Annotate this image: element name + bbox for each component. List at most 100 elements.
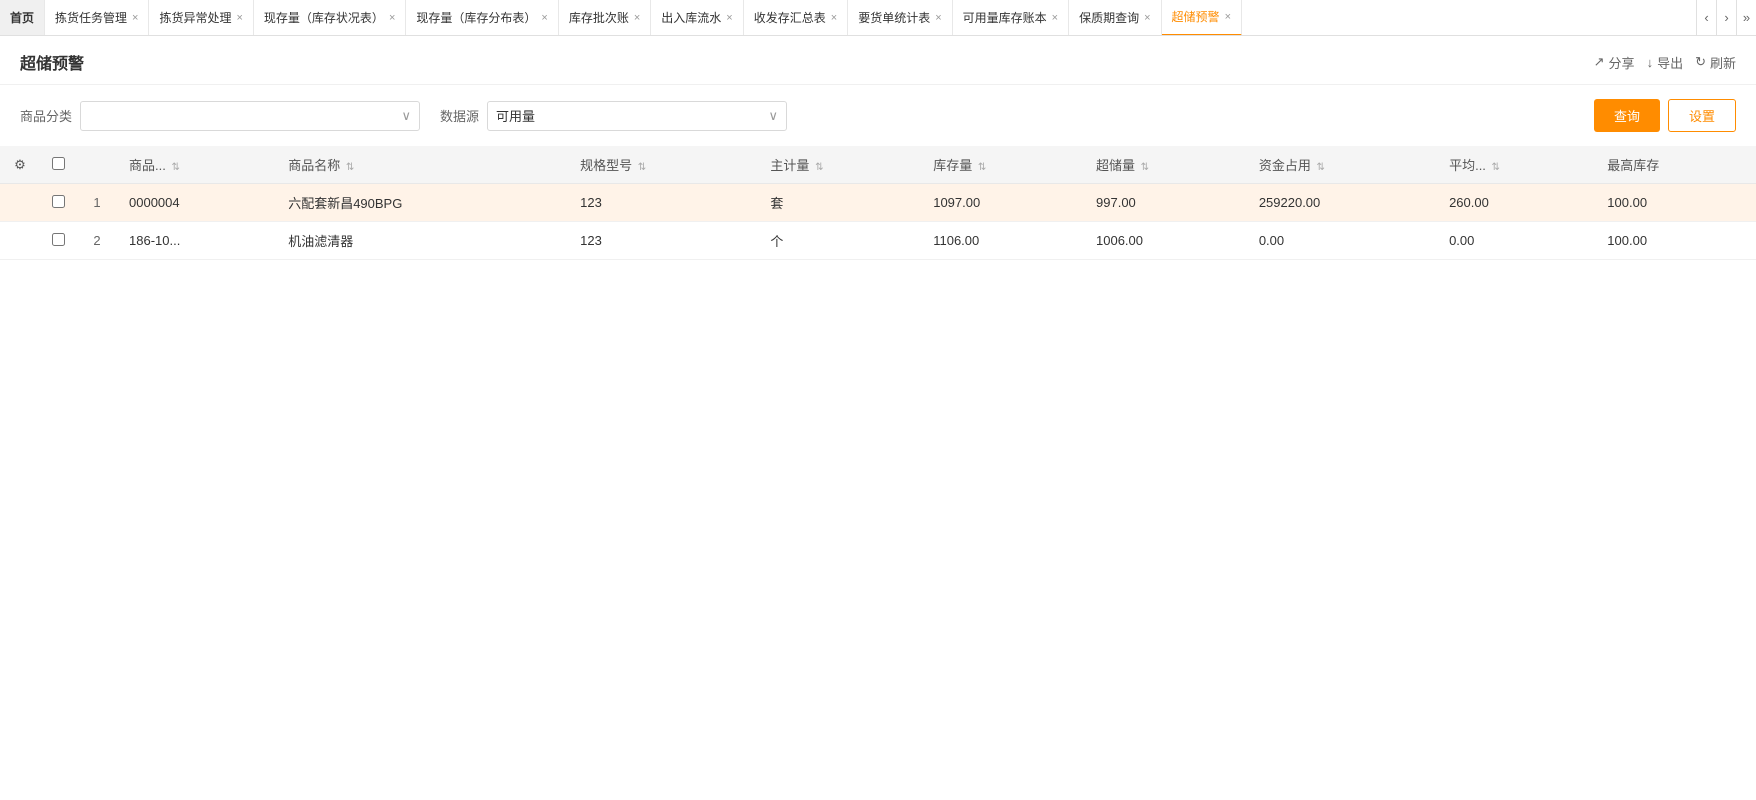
table-body: 1 0000004 六配套新昌490BPG 123 套 1097.00 997.…: [0, 184, 1756, 260]
close-order-stat[interactable]: ×: [935, 12, 941, 24]
row-capital-occupy-1: 0.00: [1247, 222, 1437, 260]
nav-arrow-right[interactable]: ›: [1716, 0, 1736, 36]
refresh-button[interactable]: ↻ 刷新: [1695, 53, 1736, 72]
row-product-code-0: 0000004: [117, 184, 276, 222]
gear-icon: ⚙: [14, 157, 26, 172]
nav-tab-stock-flow[interactable]: 出入库流水 ×: [651, 0, 743, 36]
nav-arrow-more[interactable]: »: [1736, 0, 1756, 36]
nav-tab-stock-batch[interactable]: 库存批次账 ×: [559, 0, 651, 36]
row-product-code-1: 186-10...: [117, 222, 276, 260]
datasource-value: 可用量: [496, 106, 535, 125]
category-select[interactable]: ∨: [80, 101, 420, 131]
close-available-stock[interactable]: ×: [1052, 12, 1058, 24]
table-row: 1 0000004 六配套新昌490BPG 123 套 1097.00 997.…: [0, 184, 1756, 222]
nav-tab-order-stat[interactable]: 要货单统计表 ×: [848, 0, 952, 36]
nav-tab-expiry-check[interactable]: 保质期查询 ×: [1069, 0, 1161, 36]
close-expiry-check[interactable]: ×: [1144, 12, 1150, 24]
data-table: ⚙ 商品... ⇅ 商品名称 ⇅ 规格型号: [0, 146, 1756, 260]
col-settings[interactable]: ⚙: [0, 146, 40, 184]
sort-icon-stock-qty: ⇅: [978, 162, 986, 173]
col-product-name[interactable]: 商品名称 ⇅: [276, 146, 568, 184]
filter-datasource: 数据源 可用量 ∨: [440, 101, 787, 131]
sort-icon-spec: ⇅: [638, 162, 646, 173]
sort-icon-over-qty: ⇅: [1141, 162, 1149, 173]
row-max-stock-1: 100.00: [1595, 222, 1756, 260]
col-stock-qty[interactable]: 库存量 ⇅: [921, 146, 1084, 184]
row-settings-0: [0, 184, 40, 222]
nav-tab-exception-handle[interactable]: 拣货异常处理 ×: [149, 0, 253, 36]
close-task-mgmt[interactable]: ×: [132, 12, 138, 24]
chevron-down-icon: ∨: [402, 108, 412, 124]
datasource-label: 数据源: [440, 106, 479, 125]
query-button[interactable]: 查询: [1594, 99, 1660, 132]
row-spec-0: 123: [568, 184, 758, 222]
col-max-stock[interactable]: 最高库存: [1595, 146, 1756, 184]
sort-icon-capital-occupy: ⇅: [1316, 162, 1324, 173]
sort-icon-product-name: ⇅: [346, 162, 354, 173]
row-index-1: 2: [77, 222, 117, 260]
col-index: [77, 146, 117, 184]
nav-tab-stock-status[interactable]: 现存量（库存状况表） ×: [254, 0, 406, 36]
export-button[interactable]: ↓ 导出: [1647, 53, 1684, 72]
nav-arrow-left[interactable]: ‹: [1696, 0, 1716, 36]
nav-tab-overstock-warning[interactable]: 超储预警 ×: [1162, 0, 1242, 36]
share-icon: ↗: [1594, 54, 1605, 70]
row-checkbox-1[interactable]: [52, 233, 65, 246]
col-avg[interactable]: 平均... ⇅: [1437, 146, 1595, 184]
table-header-row: ⚙ 商品... ⇅ 商品名称 ⇅ 规格型号: [0, 146, 1756, 184]
close-overstock-warning[interactable]: ×: [1225, 11, 1231, 23]
row-stock-qty-1: 1106.00: [921, 222, 1084, 260]
header-actions: ↗ 分享 ↓ 导出 ↻ 刷新: [1594, 53, 1736, 72]
select-all-checkbox[interactable]: [52, 157, 65, 170]
row-avg-1: 0.00: [1437, 222, 1595, 260]
table-wrap: ⚙ 商品... ⇅ 商品名称 ⇅ 规格型号: [0, 146, 1756, 260]
datasource-select[interactable]: 可用量 ∨: [487, 101, 787, 131]
close-stock-flow[interactable]: ×: [726, 12, 732, 24]
row-avg-0: 260.00: [1437, 184, 1595, 222]
col-unit[interactable]: 主计量 ⇅: [758, 146, 921, 184]
nav-tab-home[interactable]: 首页: [0, 0, 45, 36]
nav-tab-collect-summary[interactable]: 收发存汇总表 ×: [744, 0, 848, 36]
export-icon: ↓: [1647, 55, 1654, 70]
filter-category: 商品分类 ∨: [20, 101, 420, 131]
row-checkbox-cell-1[interactable]: [40, 222, 77, 260]
page-header: 超储预警 ↗ 分享 ↓ 导出 ↻ 刷新: [0, 36, 1756, 85]
row-max-stock-0: 100.00: [1595, 184, 1756, 222]
row-checkbox-cell-0[interactable]: [40, 184, 77, 222]
row-index-0: 1: [77, 184, 117, 222]
share-button[interactable]: ↗ 分享: [1594, 53, 1635, 72]
page-content: 超储预警 ↗ 分享 ↓ 导出 ↻ 刷新 商品分类 ∨ 数据源: [0, 36, 1756, 800]
nav-arrow-group: ‹ › »: [1696, 0, 1756, 36]
col-over-qty[interactable]: 超储量 ⇅: [1084, 146, 1247, 184]
close-exception-handle[interactable]: ×: [236, 12, 242, 24]
close-stock-dist[interactable]: ×: [541, 12, 547, 24]
nav-tab-task-mgmt[interactable]: 拣货任务管理 ×: [45, 0, 149, 36]
set-button[interactable]: 设置: [1668, 99, 1736, 132]
refresh-icon: ↻: [1695, 54, 1706, 70]
col-spec[interactable]: 规格型号 ⇅: [568, 146, 758, 184]
sort-icon-product-code: ⇅: [171, 162, 179, 173]
row-capital-occupy-0: 259220.00: [1247, 184, 1437, 222]
close-stock-batch[interactable]: ×: [634, 12, 640, 24]
close-collect-summary[interactable]: ×: [831, 12, 837, 24]
col-product-code[interactable]: 商品... ⇅: [117, 146, 276, 184]
row-stock-qty-0: 1097.00: [921, 184, 1084, 222]
col-checkbox[interactable]: [40, 146, 77, 184]
page-title: 超储预警: [20, 50, 84, 74]
row-checkbox-0[interactable]: [52, 195, 65, 208]
category-label: 商品分类: [20, 106, 72, 125]
table-row: 2 186-10... 机油滤清器 123 个 1106.00 1006.00 …: [0, 222, 1756, 260]
col-capital-occupy[interactable]: 资金占用 ⇅: [1247, 146, 1437, 184]
row-product-name-0: 六配套新昌490BPG: [276, 184, 568, 222]
row-unit-0: 套: [758, 184, 921, 222]
row-settings-1: [0, 222, 40, 260]
row-over-qty-0: 997.00: [1084, 184, 1247, 222]
filter-area: 商品分类 ∨ 数据源 可用量 ∨ 查询 设置: [0, 85, 1756, 146]
row-over-qty-1: 1006.00: [1084, 222, 1247, 260]
nav-tab-available-stock[interactable]: 可用量库存账本 ×: [953, 0, 1069, 36]
sort-icon-unit: ⇅: [815, 162, 823, 173]
close-stock-status[interactable]: ×: [389, 12, 395, 24]
nav-tab-stock-dist[interactable]: 现存量（库存分布表） ×: [406, 0, 558, 36]
filter-buttons: 查询 设置: [1594, 99, 1736, 132]
row-unit-1: 个: [758, 222, 921, 260]
